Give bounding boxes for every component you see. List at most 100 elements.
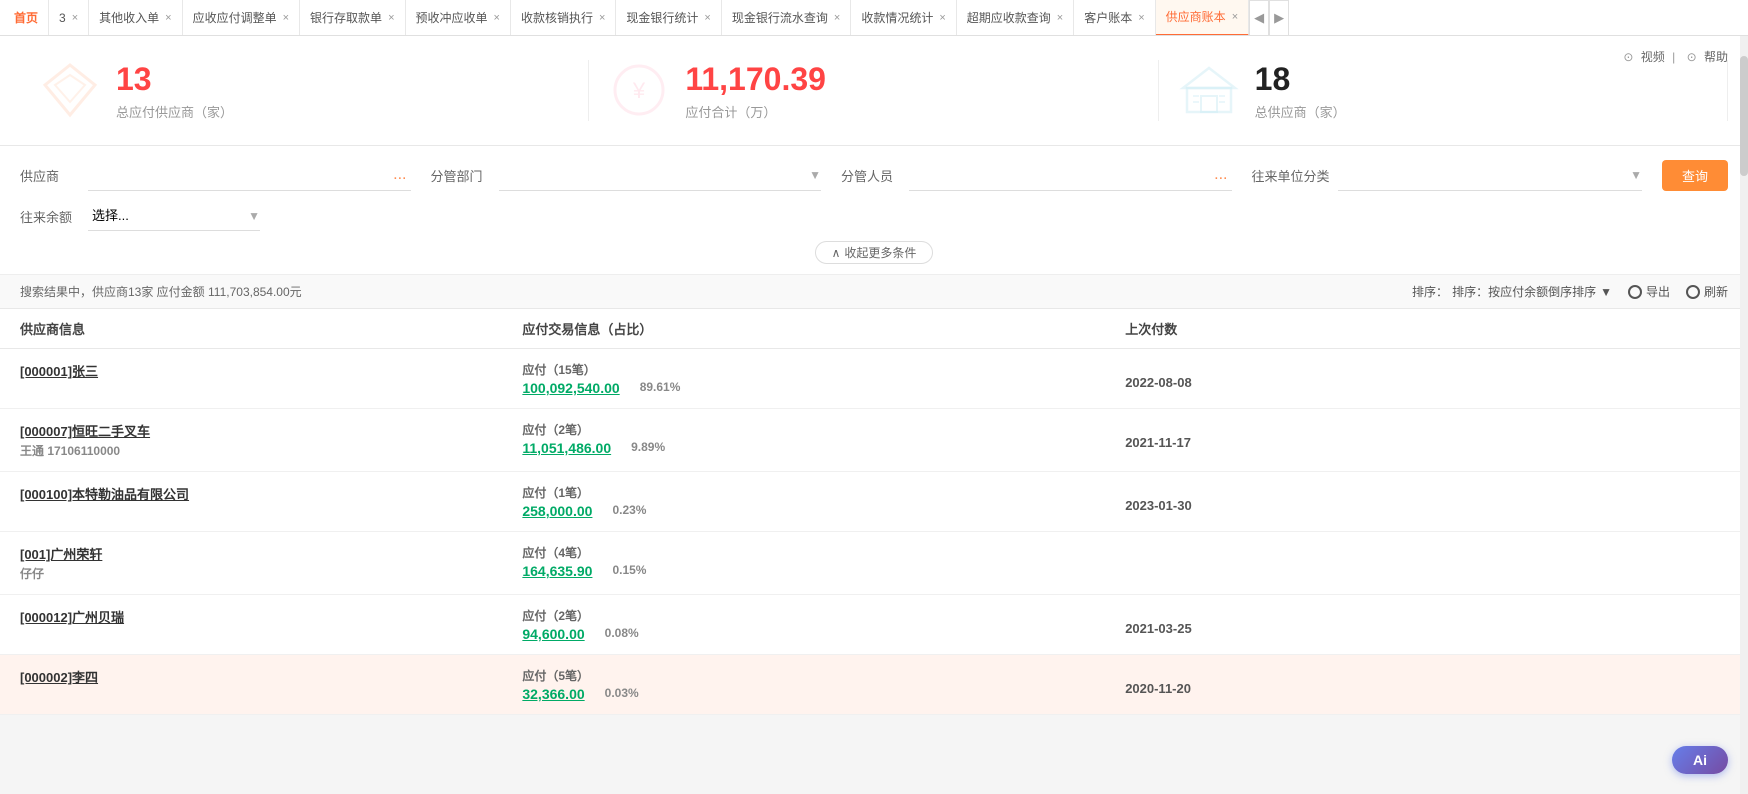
transaction-row-5: 94,600.00 0.08% — [522, 624, 1125, 642]
last-payment-date-2: 2021-11-17 — [1125, 421, 1527, 450]
nav-tab-receipt-stat[interactable]: 收款情况统计 × — [851, 0, 956, 36]
person-filter-input[interactable] — [909, 160, 1210, 190]
sort-value: 排序：按应付余额倒序排序 — [1452, 283, 1596, 300]
nav-tab-other-income[interactable]: 其他收入单 × — [89, 0, 182, 36]
nav-tab-overdue-ar[interactable]: 超期应收款查询 × — [957, 0, 1074, 36]
person-filter-dots[interactable]: ... — [1210, 166, 1231, 184]
transaction-amount-4[interactable]: 164,635.90 — [522, 563, 592, 579]
sort-arrow-icon: ▼ — [1600, 285, 1612, 299]
transaction-pct-5: 0.08% — [605, 626, 639, 640]
supplier-link-4[interactable]: [001]广州荣轩 — [20, 547, 102, 562]
transaction-row-2: 11,051,486.00 9.89% — [522, 438, 1125, 456]
collapse-button[interactable]: ∧ 收起更多条件 — [815, 241, 934, 264]
nav-tab-prepay-ar-close[interactable]: × — [494, 12, 500, 24]
transaction-info-cell-5: 应付（2笔） 94,600.00 0.08% — [522, 607, 1125, 642]
transaction-amount-3[interactable]: 258,000.00 — [522, 503, 592, 519]
transaction-amount-5[interactable]: 94,600.00 — [522, 626, 584, 642]
nav-tab-cash-bank-flow[interactable]: 现金银行流水查询 × — [722, 0, 851, 36]
refresh-button[interactable]: 刷新 — [1686, 283, 1728, 300]
supplier-filter-input[interactable] — [88, 160, 389, 190]
nav-tab-ar-ap-adjust-close[interactable]: × — [283, 12, 289, 24]
summary-text-ap-suppliers: 13 总应付供应商（家） — [116, 60, 233, 121]
supplier-info-cell-4: [001]广州荣轩 仔仔 — [20, 544, 522, 582]
transaction-row-3: 258,000.00 0.23% — [522, 501, 1125, 519]
video-link[interactable]: 视频 — [1641, 50, 1665, 64]
supplier-info-cell-3: [000100]本特勒油品有限公司 — [20, 484, 522, 503]
nav-tab-3-label: 3 — [59, 11, 66, 25]
nav-tab-receipt-stat-close[interactable]: × — [939, 12, 945, 24]
nav-tab-customer-ledger-label: 客户账本 — [1084, 9, 1132, 26]
last-payment-cell-3: 2023-01-30 — [1125, 484, 1527, 513]
summary-item-ap-suppliers: 13 总应付供应商（家） — [20, 60, 589, 121]
nav-tab-receipt-verify[interactable]: 收款核销执行 × — [511, 0, 616, 36]
filter-person: 分管人员 ... — [841, 160, 1232, 191]
filter-area: 供应商 ... 分管部门 ▼ 分管人员 ... 往来单位分类 — [0, 146, 1748, 275]
supplier-info-cell-2: [000007]恒旺二手叉车 王通 17106110000 — [20, 421, 522, 459]
last-payment-cell-5: 2021-03-25 — [1125, 607, 1527, 636]
person-filter-input-container: ... — [909, 160, 1232, 191]
transaction-label-1: 应付（15笔） — [522, 361, 1125, 378]
dept-filter-select[interactable] — [499, 161, 810, 190]
transaction-label-2: 应付（2笔） — [522, 421, 1125, 438]
transaction-label-3: 应付（1笔） — [522, 484, 1125, 501]
nav-tab-bank-deposit-close[interactable]: × — [388, 12, 394, 24]
nav-tab-cash-bank-stat-label: 现金银行统计 — [626, 9, 698, 26]
nav-tab-supplier-ledger[interactable]: 供应商账本 × — [1156, 0, 1249, 36]
supplier-sub-4: 仔仔 — [20, 565, 522, 582]
total-suppliers-number: 18 — [1255, 60, 1346, 98]
nav-tab-overdue-ar-close[interactable]: × — [1057, 12, 1063, 24]
transaction-amount-6[interactable]: 32,366.00 — [522, 686, 584, 702]
balance-filter-select[interactable]: 选择... — [88, 201, 248, 230]
nav-tab-home[interactable]: 首页 — [4, 0, 49, 36]
summary-text-ap-total: 11,170.39 应付合计（万） — [685, 60, 826, 121]
nav-tab-receipt-verify-close[interactable]: × — [599, 12, 605, 24]
transaction-pct-3: 0.23% — [612, 503, 646, 517]
last-payment-date-6: 2020-11-20 — [1125, 667, 1527, 696]
export-label: 导出 — [1646, 283, 1670, 300]
nav-tab-ar-ap-adjust[interactable]: 应收应付调整单 × — [183, 0, 300, 36]
supplier-filter-dots[interactable]: ... — [389, 166, 410, 184]
scrollbar-thumb[interactable] — [1740, 56, 1748, 176]
supplier-link-5[interactable]: [000012]广州贝瑞 — [20, 610, 124, 625]
supplier-link-6[interactable]: [000002]李四 — [20, 670, 98, 685]
col-header-last-payment: 上次付数 — [1125, 319, 1527, 338]
nav-tab-customer-ledger[interactable]: 客户账本 × — [1074, 0, 1155, 36]
supplier-link-1[interactable]: [000001]张三 — [20, 364, 98, 379]
table-row: [000100]本特勒油品有限公司 应付（1笔） 258,000.00 0.23… — [0, 472, 1748, 532]
nav-tab-3[interactable]: 3 × — [49, 0, 89, 36]
category-filter-select[interactable] — [1338, 161, 1631, 190]
dept-filter-select-container: ▼ — [499, 161, 822, 191]
transaction-amount-2[interactable]: 11,051,486.00 — [522, 440, 611, 456]
nav-tab-other-income-close[interactable]: × — [165, 12, 171, 24]
nav-tab-cash-bank-flow-close[interactable]: × — [834, 12, 840, 24]
nav-tab-cash-bank-stat-close[interactable]: × — [704, 12, 710, 24]
nav-tab-home-label: 首页 — [14, 9, 38, 26]
nav-tab-customer-ledger-close[interactable]: × — [1138, 12, 1144, 24]
nav-tab-bank-deposit[interactable]: 银行存取款单 × — [300, 0, 405, 36]
supplier-link-3[interactable]: [000100]本特勒油品有限公司 — [20, 487, 189, 502]
filter-row-1: 供应商 ... 分管部门 ▼ 分管人员 ... 往来单位分类 — [20, 160, 1728, 191]
nav-next-arrow[interactable]: ▶ — [1269, 0, 1289, 36]
balance-filter-label: 往来余额 — [20, 207, 80, 226]
supplier-link-2[interactable]: [000007]恒旺二手叉车 — [20, 424, 150, 439]
ai-button[interactable]: Ai — [1672, 746, 1728, 774]
export-button[interactable]: 导出 — [1628, 283, 1670, 300]
nav-tab-3-close[interactable]: × — [72, 12, 78, 24]
dept-filter-label: 分管部门 — [431, 166, 491, 185]
sort-button[interactable]: 排序： 排序：按应付余额倒序排序 ▼ — [1412, 283, 1612, 300]
help-icon: ⊙ — [1687, 50, 1697, 64]
help-link[interactable]: 帮助 — [1704, 50, 1728, 64]
transaction-amount-1[interactable]: 100,092,540.00 — [522, 380, 619, 396]
ap-total-label: 应付合计（万） — [685, 102, 826, 121]
query-button[interactable]: 查询 — [1662, 160, 1728, 191]
supplier-info-cell-5: [000012]广州贝瑞 — [20, 607, 522, 626]
filter-balance: 往来余额 选择... ▼ — [20, 201, 260, 231]
scrollbar[interactable] — [1740, 36, 1748, 794]
nav-tab-supplier-ledger-close[interactable]: × — [1232, 11, 1238, 23]
nav-prev-arrow[interactable]: ◀ — [1249, 0, 1269, 36]
ap-suppliers-number: 13 — [116, 60, 233, 98]
results-info-text: 搜索结果中，供应商13家 应付金额 111,703,854.00元 — [20, 283, 302, 300]
category-filter-label: 往来单位分类 — [1252, 166, 1330, 185]
nav-tab-prepay-ar[interactable]: 预收冲应收单 × — [406, 0, 511, 36]
nav-tab-cash-bank-stat[interactable]: 现金银行统计 × — [616, 0, 721, 36]
